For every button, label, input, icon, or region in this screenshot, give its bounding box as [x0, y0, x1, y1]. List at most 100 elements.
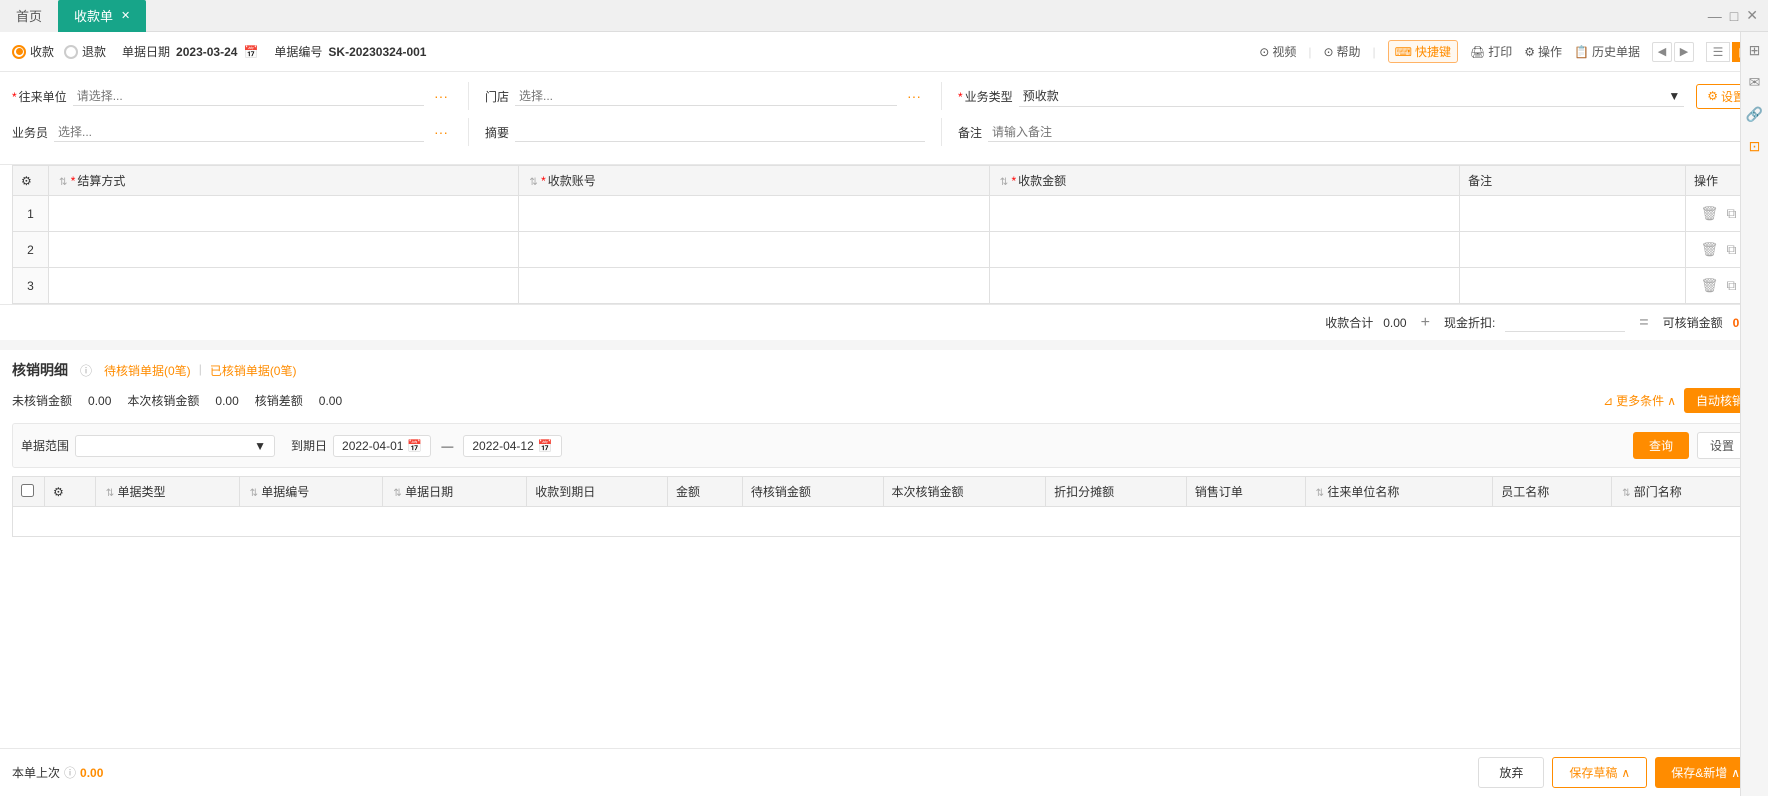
store-more-icon[interactable]: ··· — [903, 88, 925, 104]
sidebar-table-icon[interactable]: ⊞ — [1745, 40, 1765, 60]
maximize-icon[interactable]: □ — [1730, 8, 1738, 24]
bottom-info-value: 0.00 — [80, 766, 103, 780]
close-icon[interactable]: ✕ — [1746, 7, 1758, 24]
shortcut-icon: ⌨ — [1395, 45, 1412, 59]
store-input[interactable] — [515, 87, 897, 106]
range-select[interactable]: ▼ — [75, 435, 275, 457]
type-radio-group: 收款 退款 — [12, 43, 106, 60]
history-btn[interactable]: 📋 历史单据 — [1574, 43, 1640, 60]
draft-button[interactable]: 保存草稿 ∧ — [1552, 757, 1647, 788]
amount-cell-2[interactable] — [989, 232, 1459, 268]
radio-receipt-label: 收款 — [30, 43, 54, 60]
tab-receipt[interactable]: 收款单 ✕ — [58, 0, 146, 32]
sub-col-partner: ⇅ 往来单位名称 — [1305, 477, 1493, 507]
verify-tab-pending[interactable]: 待核销单据(0笔) — [104, 362, 191, 379]
help-btn[interactable]: ⊙ 帮助 — [1323, 43, 1360, 60]
save-label: 保存&新增 — [1671, 764, 1727, 781]
verify-right: ⊿ 更多条件 ∧ 自动核销 — [1603, 388, 1756, 413]
form-row-2: 业务员 ··· 摘要 备注 — [12, 118, 1756, 146]
tab-home-label: 首页 — [16, 6, 42, 25]
copy-icon-3[interactable]: ⧉ — [1723, 277, 1741, 295]
due-date-to[interactable]: 2022-04-12 📅 — [463, 435, 561, 457]
nav-next[interactable]: ▶ — [1674, 42, 1694, 62]
remark-cell-2[interactable] — [1460, 232, 1686, 268]
discount-input[interactable] — [1505, 313, 1625, 332]
copy-icon-1[interactable]: ⧉ — [1723, 205, 1741, 223]
print-btn[interactable]: 🖨 打印 — [1470, 43, 1512, 60]
plus-sign: + — [1421, 314, 1430, 332]
nav-prev[interactable]: ◀ — [1652, 42, 1672, 62]
col-settings-sub[interactable]: ⚙ — [45, 477, 96, 507]
info-icon-bottom: ⓘ — [64, 764, 76, 781]
tab-close-icon[interactable]: ✕ — [121, 9, 130, 22]
date-from-value: 2022-04-01 — [342, 439, 403, 453]
remark-cell-1[interactable] — [1460, 196, 1686, 232]
amount-cell-1[interactable] — [989, 196, 1459, 232]
minimize-icon[interactable]: — — [1708, 8, 1722, 24]
verify-tabs: 待核销单据(0笔) | 已核销单据(0笔) — [104, 362, 296, 379]
abandon-button[interactable]: 放弃 — [1478, 757, 1544, 788]
filter-icon: ⊿ — [1603, 394, 1613, 408]
toolbar: 收款 退款 单据日期 2023-03-24 📅 单据编号 SK-20230324… — [0, 32, 1768, 72]
sidebar-scan-icon[interactable]: ⊡ — [1745, 136, 1765, 156]
sub-col-ordernum: ⇅ 单据编号 — [239, 477, 383, 507]
sub-col-employee: 员工名称 — [1493, 477, 1612, 507]
dropdown-icon: ▼ — [1668, 89, 1680, 103]
business-type-select[interactable]: 预收款 ▼ — [1019, 85, 1685, 107]
salesman-label: 业务员 — [12, 124, 48, 141]
radio-receipt[interactable]: 收款 — [12, 43, 54, 60]
salesman-more-icon[interactable]: ··· — [430, 124, 452, 140]
delete-icon-3[interactable]: 🗑 — [1701, 277, 1719, 295]
row-num-1: 1 — [13, 196, 49, 232]
bottom-info: 本单上次 ⓘ 0.00 — [12, 764, 103, 781]
diff-label: 核销差额 — [255, 392, 303, 409]
verify-tab-done[interactable]: 已核销单据(0笔) — [210, 362, 297, 379]
business-type-label: 业务类型 — [958, 88, 1013, 105]
tab-home[interactable]: 首页 — [0, 0, 58, 32]
more-conditions-btn[interactable]: ⊿ 更多条件 ∧ — [1603, 392, 1676, 409]
salesman-input[interactable] — [54, 123, 424, 142]
date-field: 单据日期 2023-03-24 📅 — [122, 43, 258, 60]
radio-refund-label: 退款 — [82, 43, 106, 60]
account-cell-3[interactable] — [519, 268, 989, 304]
radio-refund[interactable]: 退款 — [64, 43, 106, 60]
copy-icon-2[interactable]: ⧉ — [1723, 241, 1741, 259]
amount-cell-3[interactable] — [989, 268, 1459, 304]
due-label: 到期日 — [291, 437, 327, 454]
diff-value: 0.00 — [319, 394, 342, 408]
range-label: 单据范围 — [21, 437, 69, 454]
discount-label: 现金折扣: — [1444, 314, 1495, 331]
operate-btn[interactable]: ⚙ 操作 — [1524, 43, 1562, 60]
cal-icon: 📅 — [407, 439, 422, 453]
shortcut-btn[interactable]: ⌨ 快捷键 — [1388, 40, 1458, 63]
account-cell-2[interactable] — [519, 232, 989, 268]
due-date-from[interactable]: 2022-04-01 📅 — [333, 435, 431, 457]
settle-cell-1[interactable] — [49, 196, 519, 232]
sidebar-link-icon[interactable]: 🔗 — [1745, 104, 1765, 124]
counterpart-more-icon[interactable]: ··· — [430, 88, 452, 104]
counterpart-input[interactable] — [73, 87, 424, 106]
date-separator: — — [441, 439, 453, 453]
query-button[interactable]: 查询 — [1633, 432, 1689, 459]
available-label: 可核销金额 — [1663, 314, 1723, 331]
sub-table-container: ⚙ ⇅ 单据类型 ⇅ 单据编号 ⇅ 单据日期 — [12, 476, 1756, 537]
settle-cell-2[interactable] — [49, 232, 519, 268]
remark-input[interactable] — [988, 123, 1756, 142]
view-list[interactable]: ☰ — [1706, 42, 1730, 62]
sidebar-email-icon[interactable]: ✉ — [1745, 72, 1765, 92]
summary-input[interactable] — [515, 123, 925, 142]
select-all-checkbox[interactable] — [21, 484, 34, 497]
account-cell-1[interactable] — [519, 196, 989, 232]
col-settings-header[interactable]: ⚙ — [13, 166, 49, 196]
remark-cell-3[interactable] — [1460, 268, 1686, 304]
order-label: 单据编号 — [274, 43, 322, 60]
video-btn[interactable]: ⊙ 视频 — [1259, 43, 1296, 60]
current-label: 本次核销金额 — [127, 392, 199, 409]
delete-icon-2[interactable]: 🗑 — [1701, 241, 1719, 259]
settle-cell-3[interactable] — [49, 268, 519, 304]
sub-col-salesorder: 销售订单 — [1186, 477, 1305, 507]
delete-icon-1[interactable]: 🗑 — [1701, 205, 1719, 223]
checkbox-header[interactable] — [13, 477, 45, 507]
save-chevron: ∧ — [1731, 766, 1740, 780]
calendar-icon[interactable]: 📅 — [243, 45, 258, 59]
